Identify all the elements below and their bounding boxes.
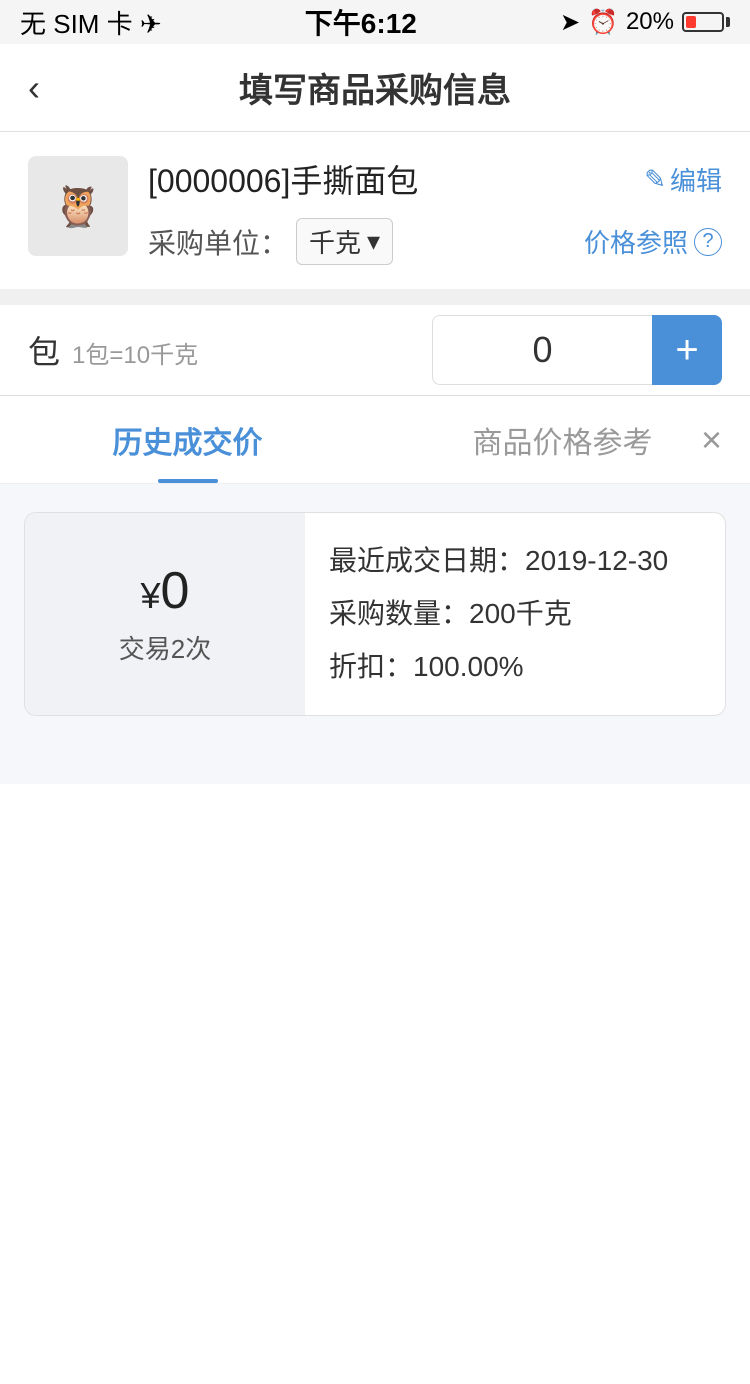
history-card-left: ¥0 交易2次 — [25, 513, 305, 715]
unit-label: 采购单位： — [148, 222, 288, 262]
quantity-conversion: 1包=10千克 — [72, 335, 198, 370]
dropdown-arrow-icon: ▾ — [367, 226, 380, 257]
unit-select-dropdown[interactable]: 千克 ▾ — [296, 218, 393, 265]
location-icon: ➤ — [560, 8, 580, 37]
status-bar: 无 SIM 卡 ✈ 下午6:12 ➤ ⏰ 20% — [0, 0, 750, 44]
price-ref-help-icon: ? — [694, 228, 722, 256]
product-name: [0000006]手撕面包 — [148, 156, 418, 202]
product-unit-row: 采购单位： 千克 ▾ 价格参照 ? — [148, 218, 722, 265]
panel-close-button[interactable]: × — [701, 422, 722, 458]
product-thumb-icon: 🦉 — [53, 183, 103, 230]
tab-history-price-label: 历史成交价 — [113, 418, 263, 462]
edit-label: 编辑 — [670, 161, 722, 198]
recent-date-value: 2019-12-30 — [525, 545, 668, 576]
history-price-card: ¥0 交易2次 最近成交日期：2019-12-30 采购数量：200千克 折扣：… — [24, 512, 726, 716]
section-divider — [0, 289, 750, 305]
product-info: [0000006]手撕面包 ✎ 编辑 采购单位： 千克 ▾ 价格参照 ? — [148, 156, 722, 265]
edit-button[interactable]: ✎ 编辑 — [644, 161, 722, 198]
discount-value: 100.00% — [413, 651, 524, 682]
alarm-icon: ⏰ — [588, 8, 618, 37]
currency-symbol: ¥ — [141, 575, 161, 616]
quantity-row: 包 1包=10千克 0 + — [0, 305, 750, 395]
bottom-area — [0, 784, 750, 1384]
status-time: 下午6:12 — [305, 2, 417, 42]
quantity-value: 0 — [532, 329, 552, 371]
signal-text: 无 SIM 卡 ✈ — [20, 4, 162, 41]
quantity-unit: 包 — [28, 327, 60, 373]
product-header-row: [0000006]手撕面包 ✎ 编辑 — [148, 156, 722, 202]
battery-indicator — [682, 12, 730, 32]
quantity-label-wrap: 包 1包=10千克 — [28, 327, 198, 373]
plus-icon: + — [675, 328, 698, 373]
recent-date-label: 最近成交日期： — [329, 545, 525, 576]
discount-row: 折扣：100.00% — [329, 647, 701, 686]
history-price-display: ¥0 — [141, 561, 190, 621]
unit-value: 千克 — [309, 223, 361, 260]
price-value: 0 — [161, 562, 190, 620]
quantity-input[interactable]: 0 — [432, 315, 652, 385]
tab-price-reference[interactable]: 商品价格参考 — [375, 396, 750, 483]
nav-header: ‹ 填写商品采购信息 — [0, 44, 750, 132]
tab-history-price[interactable]: 历史成交价 — [0, 396, 375, 483]
quantity-detail-label: 采购数量： — [329, 598, 469, 629]
status-right: ➤ ⏰ 20% — [560, 8, 730, 37]
edit-icon: ✎ — [644, 164, 666, 195]
status-left: 无 SIM 卡 ✈ — [20, 4, 162, 41]
page-title: 填写商品采购信息 — [239, 63, 511, 112]
history-card-right: 最近成交日期：2019-12-30 采购数量：200千克 折扣：100.00% — [305, 513, 725, 715]
quantity-plus-button[interactable]: + — [652, 315, 722, 385]
panel-tabs: 历史成交价 商品价格参考 × — [0, 396, 750, 484]
purchase-quantity-row: 采购数量：200千克 — [329, 594, 701, 633]
product-card: 🦉 [0000006]手撕面包 ✎ 编辑 采购单位： 千克 ▾ 价格参照 ? — [0, 132, 750, 289]
price-panel: 历史成交价 商品价格参考 × ¥0 交易2次 最近成交日期：2019-12-30 — [0, 395, 750, 784]
quantity-detail-value: 200千克 — [469, 598, 572, 629]
panel-content: ¥0 交易2次 最近成交日期：2019-12-30 采购数量：200千克 折扣：… — [0, 484, 750, 784]
price-ref-label: 价格参照 — [584, 223, 688, 260]
unit-selector-wrap: 采购单位： 千克 ▾ — [148, 218, 393, 265]
tab-active-indicator — [158, 479, 218, 483]
transaction-count: 交易2次 — [119, 629, 211, 666]
price-reference-button[interactable]: 价格参照 ? — [584, 223, 722, 260]
back-button[interactable]: ‹ — [28, 67, 40, 109]
battery-percent: 20% — [626, 8, 674, 36]
recent-date-row: 最近成交日期：2019-12-30 — [329, 541, 701, 580]
tab-price-reference-label: 商品价格参考 — [473, 418, 653, 462]
quantity-input-wrap: 0 + — [432, 315, 722, 385]
product-thumbnail: 🦉 — [28, 156, 128, 256]
discount-label: 折扣： — [329, 651, 413, 682]
